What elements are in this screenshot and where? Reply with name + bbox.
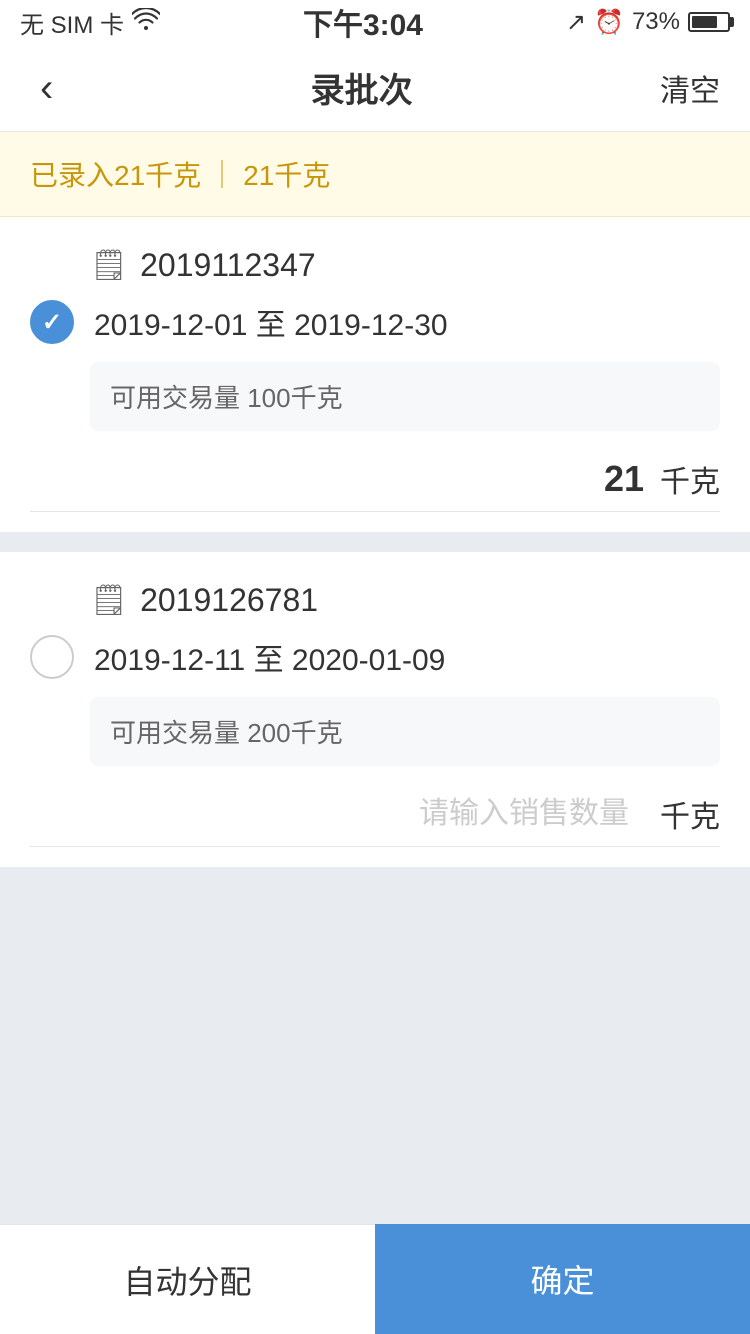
battery-icon bbox=[688, 12, 730, 32]
batch-card-2: 🗒 2019126781 2019-12-11 至 2020-01-09 可用交… bbox=[0, 552, 750, 867]
batch2-radio[interactable] bbox=[30, 635, 74, 679]
batch2-date: 2019-12-11 至 2020-01-09 bbox=[94, 635, 445, 679]
batch1-available: 可用交易量 100千克 bbox=[90, 362, 720, 431]
status-right: ↗ ⏰ 73% bbox=[566, 8, 730, 37]
batch1-header: 🗒 2019112347 bbox=[30, 247, 720, 284]
auto-distribute-button[interactable]: 自动分配 bbox=[0, 1224, 375, 1334]
batch-card-1: 🗒 2019112347 2019-12-01 至 2019-12-30 可用交… bbox=[0, 217, 750, 532]
batch2-id: 2019126781 bbox=[140, 582, 318, 619]
batch2-header: 🗒 2019126781 bbox=[30, 582, 720, 619]
summary-divider bbox=[221, 160, 223, 188]
clear-button[interactable]: 清空 bbox=[660, 66, 720, 110]
nav-bar: ‹ 录批次 清空 bbox=[0, 44, 750, 132]
batch1-unit: 千克 bbox=[660, 457, 720, 501]
batch1-amount-value: 21 bbox=[604, 458, 644, 500]
location-icon: ↗ bbox=[566, 8, 586, 37]
alarm-icon: ⏰ bbox=[594, 8, 624, 37]
status-time: 下午3:04 bbox=[303, 0, 423, 44]
battery-percent: 73% bbox=[632, 8, 680, 36]
status-left: 无 SIM 卡 bbox=[20, 5, 160, 40]
status-bar: 无 SIM 卡 下午3:04 ↗ ⏰ 73% bbox=[0, 0, 750, 44]
back-button[interactable]: ‹ bbox=[30, 58, 63, 118]
batch1-amount-row: 21 千克 bbox=[30, 441, 720, 512]
confirm-button[interactable]: 确定 bbox=[375, 1224, 750, 1334]
page-title: 录批次 bbox=[311, 63, 413, 112]
batch1-radio[interactable] bbox=[30, 300, 74, 344]
batch1-date: 2019-12-01 至 2019-12-30 bbox=[94, 300, 448, 344]
batch1-icon: 🗒 bbox=[90, 248, 128, 283]
batch2-quantity-input[interactable] bbox=[30, 797, 644, 831]
sim-label: 无 SIM 卡 bbox=[20, 5, 124, 40]
batch2-unit: 千克 bbox=[660, 792, 720, 836]
summary-recorded: 已录入21千克 bbox=[30, 154, 201, 194]
batch2-icon: 🗒 bbox=[90, 583, 128, 618]
batch2-input-row[interactable]: 千克 bbox=[30, 776, 720, 847]
batch2-available: 可用交易量 200千克 bbox=[90, 697, 720, 766]
batch2-date-row[interactable]: 2019-12-11 至 2020-01-09 bbox=[30, 635, 720, 679]
batch1-date-row[interactable]: 2019-12-01 至 2019-12-30 bbox=[30, 300, 720, 344]
summary-bar: 已录入21千克 21千克 bbox=[0, 132, 750, 217]
bottom-bar: 自动分配 确定 bbox=[0, 1224, 750, 1334]
wifi-icon bbox=[132, 8, 160, 37]
batch1-id: 2019112347 bbox=[140, 247, 316, 284]
card-separator-1 bbox=[0, 532, 750, 552]
summary-total: 21千克 bbox=[243, 154, 330, 194]
